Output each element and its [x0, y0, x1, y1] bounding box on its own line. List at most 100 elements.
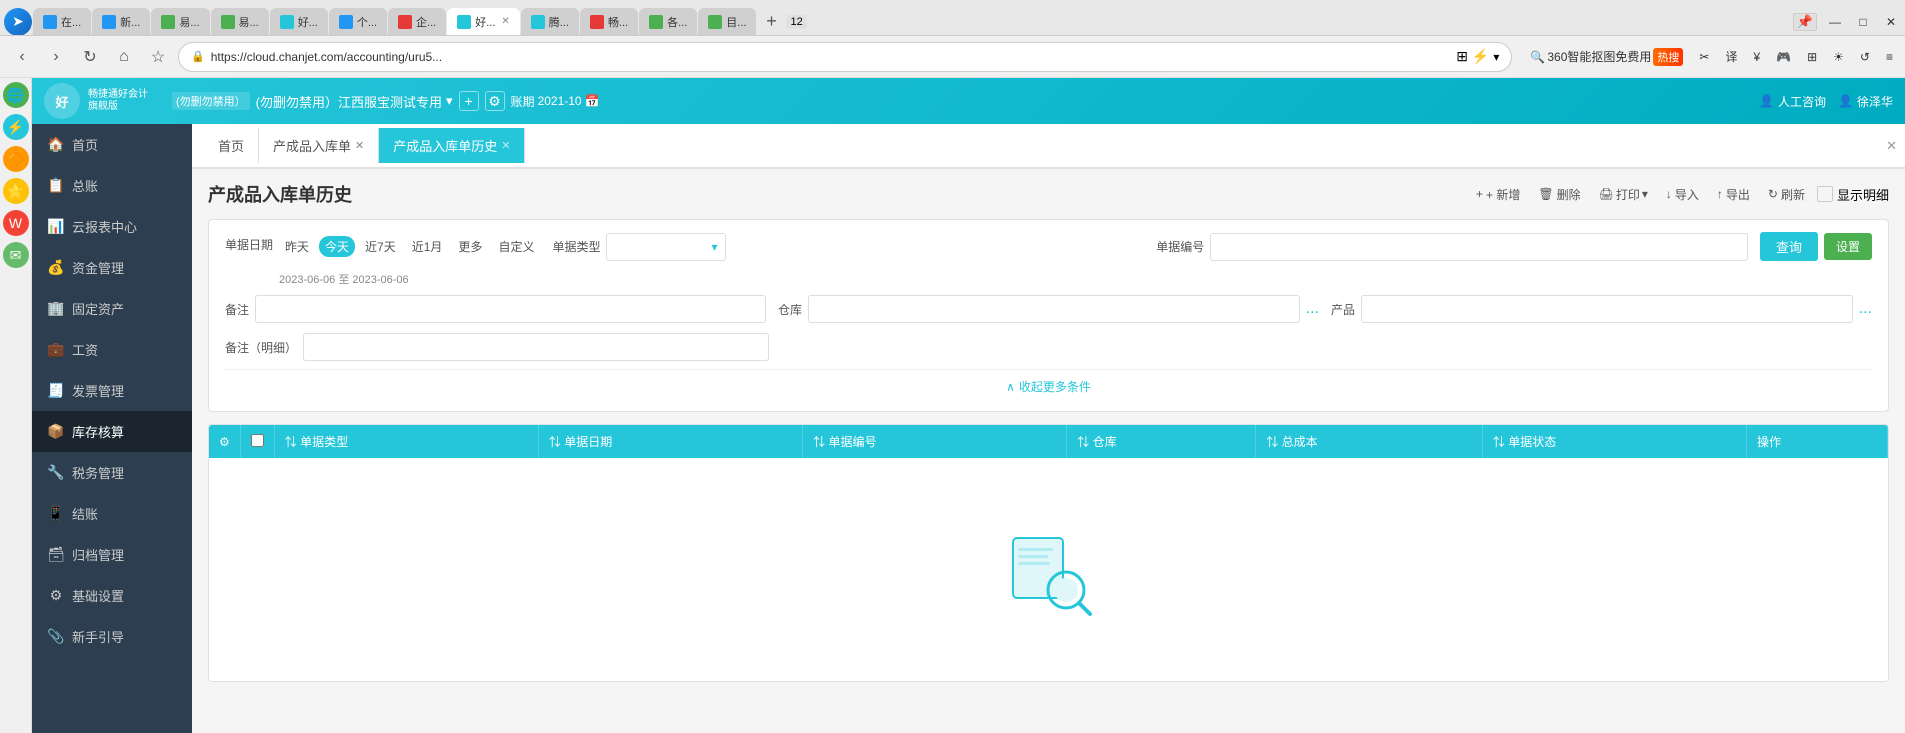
select-all-checkbox[interactable]	[251, 434, 264, 447]
refresh-tool[interactable]: ↺	[1856, 48, 1874, 66]
table-header-type[interactable]: ⇅ 单据类型	[274, 425, 538, 458]
tab-stock-in[interactable]: 产成品入库单 ✕	[259, 128, 379, 163]
nav-item-closing[interactable]: 📱 结账	[32, 493, 192, 534]
bookmark-button[interactable]: ☆	[144, 43, 172, 71]
tab-3[interactable]: 易...	[151, 8, 209, 36]
nav-item-ledger[interactable]: 📋 总账	[32, 165, 192, 206]
new-tab-button[interactable]: +	[757, 8, 785, 36]
table-header-status[interactable]: ⇅ 单据状态	[1482, 425, 1746, 458]
user-avatar[interactable]: 👤 徐泽华	[1838, 93, 1893, 110]
table-header-check[interactable]	[240, 425, 274, 458]
collapse-button[interactable]: ∧ 收起更多条件	[1002, 374, 1095, 399]
show-detail-checkbox[interactable]	[1817, 186, 1833, 202]
ext-icon-6[interactable]: ✉	[3, 242, 29, 268]
more-btn[interactable]: 更多	[452, 236, 488, 257]
import-button[interactable]: ↓ 导入	[1660, 183, 1705, 206]
table-header-date[interactable]: ⇅ 单据日期	[538, 425, 802, 458]
translate-tool[interactable]: 译	[1721, 46, 1741, 67]
nav-item-home[interactable]: 🏠 首页	[32, 124, 192, 165]
ext-icon-4[interactable]: ⭐	[3, 178, 29, 204]
ext-icon-1[interactable]: 🌐	[3, 82, 29, 108]
scissors-tool[interactable]: ✂	[1695, 48, 1713, 66]
tab-8[interactable]: 好... ✕	[447, 8, 520, 36]
tab-close-stock-in[interactable]: ✕	[355, 139, 364, 152]
table-header-cost[interactable]: ⇅ 总成本	[1256, 425, 1483, 458]
close-content-panel[interactable]: ✕	[1886, 138, 1897, 154]
delete-button[interactable]: 🗑 删除	[1532, 183, 1586, 206]
tab-2[interactable]: 新...	[92, 8, 150, 36]
nav-item-cloud-reports[interactable]: 📊 云报表中心	[32, 206, 192, 247]
remark-input[interactable]	[255, 295, 766, 323]
number-input[interactable]	[1210, 233, 1748, 261]
lightning-icon[interactable]: ⚡	[1472, 48, 1489, 65]
yesterday-btn[interactable]: 昨天	[279, 236, 315, 257]
detail-remark-input[interactable]	[303, 333, 768, 361]
maximize-button[interactable]: □	[1853, 12, 1873, 32]
refresh-button[interactable]: ↻	[76, 43, 104, 71]
nav-item-fixed-assets[interactable]: 🏢 固定资产	[32, 288, 192, 329]
menu-tool[interactable]: ≡	[1882, 48, 1897, 66]
theme-tool[interactable]: ☀	[1829, 48, 1848, 66]
type-select[interactable]: ▾	[606, 233, 726, 261]
chevron-down-icon[interactable]: ▾	[1493, 50, 1499, 64]
7days-btn[interactable]: 近7天	[359, 236, 402, 257]
tab-6[interactable]: 个...	[329, 8, 387, 36]
warehouse-dots[interactable]: ...	[1306, 300, 1319, 318]
show-detail-toggle[interactable]: 显示明细	[1817, 185, 1889, 204]
calendar-icon[interactable]: 📅	[585, 94, 600, 108]
human-consult-button[interactable]: 👤 人工咨询	[1759, 93, 1826, 110]
custom-btn[interactable]: 自定义	[492, 236, 540, 257]
table-header-warehouse[interactable]: ⇅ 仓库	[1067, 425, 1256, 458]
close-button[interactable]: ✕	[1881, 12, 1901, 32]
today-btn[interactable]: 今天	[319, 236, 355, 257]
nav-item-tax[interactable]: 🔧 税务管理	[32, 452, 192, 493]
tab-12[interactable]: 目...	[698, 8, 756, 36]
new-button[interactable]: + + 新增	[1470, 183, 1526, 206]
nav-item-finance[interactable]: 💰 资金管理	[32, 247, 192, 288]
table-header-gear[interactable]: ⚙	[209, 425, 240, 458]
nav-item-payroll[interactable]: 💼 工资	[32, 329, 192, 370]
product-input[interactable]	[1361, 295, 1853, 323]
yuan-tool[interactable]: ¥	[1749, 48, 1764, 66]
product-dots[interactable]: ...	[1859, 300, 1872, 318]
export-button[interactable]: ↑ 导出	[1711, 183, 1756, 206]
nav-item-settings[interactable]: ⚙ 基础设置	[32, 575, 192, 616]
tab-1[interactable]: 在...	[33, 8, 91, 36]
tab-close-history[interactable]: ✕	[501, 139, 510, 152]
query-button[interactable]: 查询	[1760, 232, 1818, 261]
search-box[interactable]: 🔍 360智能抠图免费用 热搜	[1526, 46, 1687, 68]
url-bar[interactable]: 🔒 https://cloud.chanjet.com/accounting/u…	[178, 42, 1512, 72]
nav-item-archive[interactable]: 🗃 归档管理	[32, 534, 192, 575]
tab-4[interactable]: 易...	[211, 8, 269, 36]
ext-icon-3[interactable]: 🔶	[3, 146, 29, 172]
home-button[interactable]: ⌂	[110, 43, 138, 71]
tab-11[interactable]: 各...	[639, 8, 697, 36]
settings-button-2[interactable]: 设置	[1824, 233, 1872, 260]
tab-9[interactable]: 腾...	[521, 8, 579, 36]
tab-close-8[interactable]: ✕	[501, 16, 509, 27]
tab-10[interactable]: 畅...	[580, 8, 638, 36]
tab-homepage[interactable]: 首页	[204, 128, 259, 163]
settings-button[interactable]: ⚙	[485, 91, 505, 111]
print-button[interactable]: 🖨 打印 ▾	[1593, 183, 1654, 206]
forward-button[interactable]: ›	[42, 43, 70, 71]
add-company-button[interactable]: +	[459, 91, 479, 111]
nav-item-newbie[interactable]: 📎 新手引导	[32, 616, 192, 657]
company-select-dropdown[interactable]: (勿删勿禁用）江西服宝测试专用 ▾	[256, 92, 453, 111]
table-header-number[interactable]: ⇅ 单据编号	[803, 425, 1067, 458]
minimize-button[interactable]: —	[1825, 12, 1845, 32]
ext-icon-2[interactable]: ⚡	[3, 114, 29, 140]
tab-5[interactable]: 好...	[270, 8, 328, 36]
tab-stock-in-history[interactable]: 产成品入库单历史 ✕	[379, 128, 525, 163]
nav-item-invoice[interactable]: 🧾 发票管理	[32, 370, 192, 411]
tab-count[interactable]: 12	[786, 15, 806, 29]
ext-icon-5[interactable]: W	[3, 210, 29, 236]
game-tool[interactable]: 🎮	[1772, 48, 1795, 66]
grid-tool[interactable]: ⊞	[1803, 48, 1821, 66]
grid-icon[interactable]: ⊞	[1456, 48, 1468, 65]
tab-7[interactable]: 企...	[388, 8, 446, 36]
warehouse-input[interactable]	[808, 295, 1300, 323]
refresh-button[interactable]: ↻ 刷新	[1762, 183, 1811, 206]
back-button[interactable]: ‹	[8, 43, 36, 71]
1month-btn[interactable]: 近1月	[406, 236, 449, 257]
